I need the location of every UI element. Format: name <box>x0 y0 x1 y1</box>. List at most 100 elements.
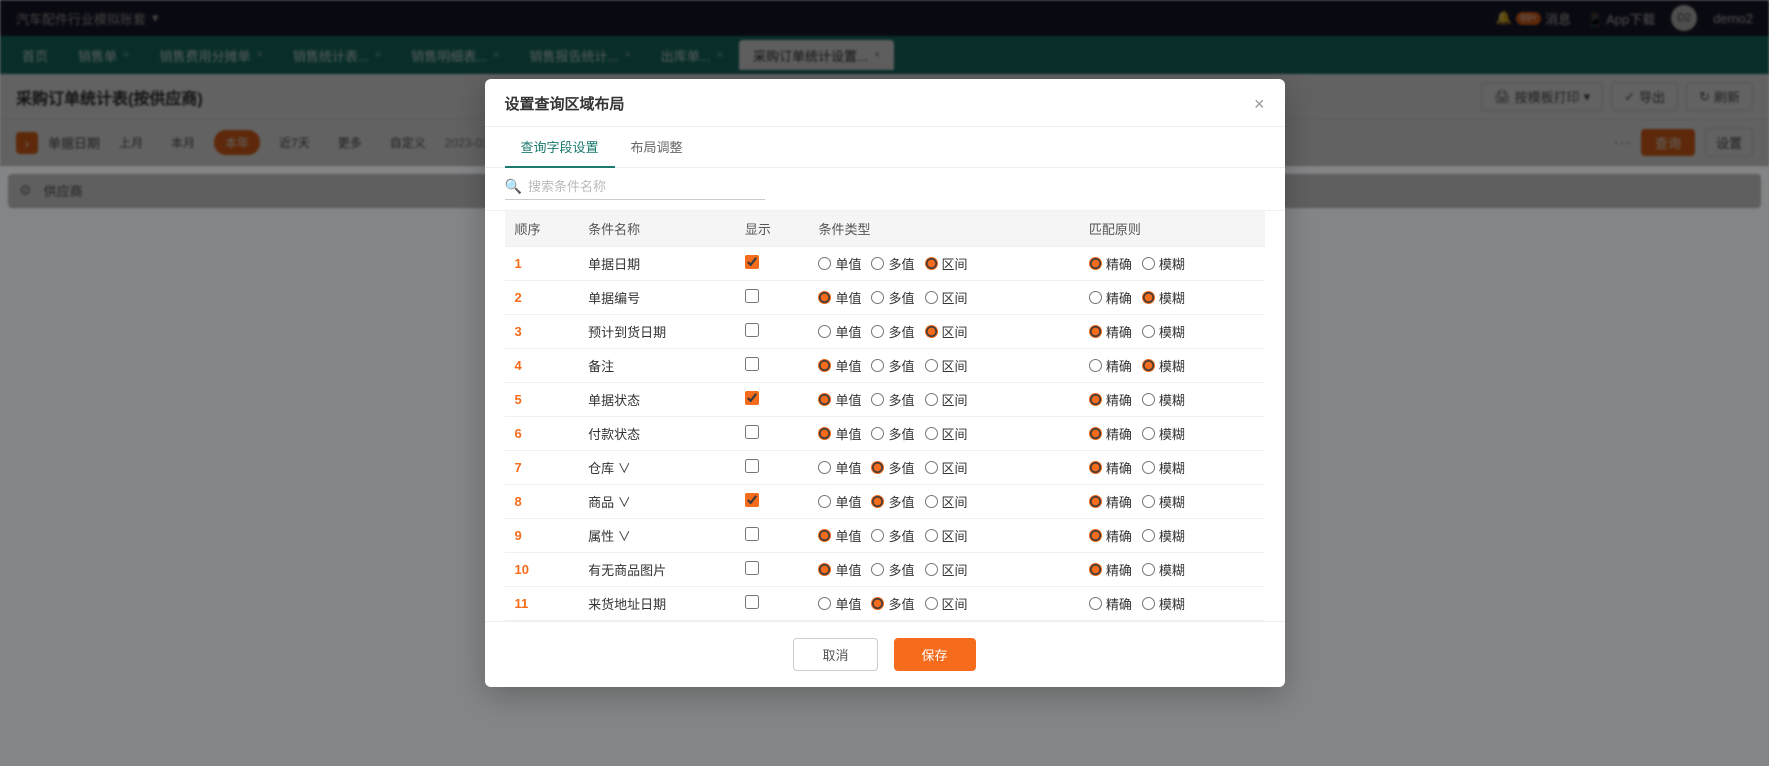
modal-title: 设置查询区域布局 <box>505 93 625 114</box>
table-row: 9属性 ∨单值多值区间精确模糊 <box>505 519 1265 553</box>
radio-type-单值[interactable]: 单值 <box>818 594 861 613</box>
radio-type-区间[interactable]: 区间 <box>925 288 968 307</box>
radio-type-单值[interactable]: 单值 <box>818 458 861 477</box>
radio-match-精确[interactable]: 精确 <box>1089 390 1132 409</box>
row-display-checkbox[interactable] <box>735 281 809 315</box>
radio-match-精确[interactable]: 精确 <box>1089 424 1132 443</box>
display-checkbox[interactable] <box>745 527 759 541</box>
radio-match-精确[interactable]: 精确 <box>1089 526 1132 545</box>
radio-match-模糊[interactable]: 模糊 <box>1142 322 1185 341</box>
radio-type-多值[interactable]: 多值 <box>871 458 914 477</box>
radio-type-区间[interactable]: 区间 <box>925 594 968 613</box>
row-display-checkbox[interactable] <box>735 451 809 485</box>
cancel-button[interactable]: 取消 <box>793 638 877 671</box>
display-checkbox[interactable] <box>745 391 759 405</box>
radio-match-精确[interactable]: 精确 <box>1089 322 1132 341</box>
radio-match-精确[interactable]: 精确 <box>1089 254 1132 273</box>
radio-type-区间[interactable]: 区间 <box>925 356 968 375</box>
radio-type-多值[interactable]: 多值 <box>871 288 914 307</box>
row-display-checkbox[interactable] <box>735 485 809 519</box>
row-match-group: 精确模糊 <box>1079 281 1265 315</box>
radio-type-单值[interactable]: 单值 <box>818 254 861 273</box>
radio-type-多值[interactable]: 多值 <box>871 390 914 409</box>
display-checkbox[interactable] <box>745 425 759 439</box>
display-checkbox[interactable] <box>745 459 759 473</box>
display-checkbox[interactable] <box>745 323 759 337</box>
row-display-checkbox[interactable] <box>735 553 809 587</box>
radio-type-区间[interactable]: 区间 <box>925 492 968 511</box>
modal-tab-field-settings[interactable]: 查询字段设置 <box>505 127 615 168</box>
row-condition-name: 属性 ∨ <box>578 519 735 553</box>
radio-match-模糊[interactable]: 模糊 <box>1142 390 1185 409</box>
row-seq: 10 <box>505 553 579 587</box>
radio-type-区间[interactable]: 区间 <box>925 458 968 477</box>
display-checkbox[interactable] <box>745 561 759 575</box>
display-checkbox[interactable] <box>745 357 759 371</box>
display-checkbox[interactable] <box>745 255 759 269</box>
row-seq: 5 <box>505 383 579 417</box>
radio-type-区间[interactable]: 区间 <box>925 254 968 273</box>
row-condition-name: 单据编号 <box>578 281 735 315</box>
radio-match-精确[interactable]: 精确 <box>1089 594 1132 613</box>
radio-type-多值[interactable]: 多值 <box>871 254 914 273</box>
search-input[interactable] <box>528 179 765 194</box>
radio-type-区间[interactable]: 区间 <box>925 390 968 409</box>
radio-type-单值[interactable]: 单值 <box>818 492 861 511</box>
radio-type-多值[interactable]: 多值 <box>871 424 914 443</box>
radio-match-精确[interactable]: 精确 <box>1089 356 1132 375</box>
radio-match-精确[interactable]: 精确 <box>1089 458 1132 477</box>
radio-type-单值[interactable]: 单值 <box>818 322 861 341</box>
radio-type-单值[interactable]: 单值 <box>818 424 861 443</box>
radio-type-单值[interactable]: 单值 <box>818 356 861 375</box>
row-display-checkbox[interactable] <box>735 587 809 621</box>
modal-close-button[interactable]: × <box>1254 95 1265 113</box>
row-display-checkbox[interactable] <box>735 519 809 553</box>
radio-type-多值[interactable]: 多值 <box>871 560 914 579</box>
radio-type-单值[interactable]: 单值 <box>818 288 861 307</box>
row-display-checkbox[interactable] <box>735 383 809 417</box>
table-row: 6付款状态单值多值区间精确模糊 <box>505 417 1265 451</box>
radio-match-模糊[interactable]: 模糊 <box>1142 492 1185 511</box>
row-type-group: 单值多值区间 <box>808 247 1078 281</box>
row-seq: 4 <box>505 349 579 383</box>
row-display-checkbox[interactable] <box>735 247 809 281</box>
radio-type-区间[interactable]: 区间 <box>925 560 968 579</box>
display-checkbox[interactable] <box>745 595 759 609</box>
display-checkbox[interactable] <box>745 289 759 303</box>
save-button[interactable]: 保存 <box>894 638 976 671</box>
radio-match-模糊[interactable]: 模糊 <box>1142 356 1185 375</box>
radio-match-模糊[interactable]: 模糊 <box>1142 560 1185 579</box>
modal-overlay: 设置查询区域布局 × 查询字段设置 布局调整 🔍 顺序 <box>0 0 1769 766</box>
radio-match-模糊[interactable]: 模糊 <box>1142 526 1185 545</box>
modal-tab-layout[interactable]: 布局调整 <box>615 127 699 168</box>
row-display-checkbox[interactable] <box>735 417 809 451</box>
radio-type-区间[interactable]: 区间 <box>925 424 968 443</box>
display-checkbox[interactable] <box>745 493 759 507</box>
radio-match-模糊[interactable]: 模糊 <box>1142 254 1185 273</box>
radio-type-区间[interactable]: 区间 <box>925 322 968 341</box>
radio-type-多值[interactable]: 多值 <box>871 492 914 511</box>
search-icon: 🔍 <box>505 178 522 195</box>
radio-type-区间[interactable]: 区间 <box>925 526 968 545</box>
row-seq: 11 <box>505 587 579 621</box>
radio-match-精确[interactable]: 精确 <box>1089 560 1132 579</box>
radio-type-单值[interactable]: 单值 <box>818 526 861 545</box>
radio-match-精确[interactable]: 精确 <box>1089 492 1132 511</box>
modal-table-wrap: 顺序 条件名称 显示 条件类型 匹配原则 1单据日期单值多值区间精确模糊2单据编… <box>485 211 1285 621</box>
radio-match-模糊[interactable]: 模糊 <box>1142 594 1185 613</box>
radio-match-精确[interactable]: 精确 <box>1089 288 1132 307</box>
radio-match-模糊[interactable]: 模糊 <box>1142 458 1185 477</box>
radio-type-多值[interactable]: 多值 <box>871 322 914 341</box>
radio-type-单值[interactable]: 单值 <box>818 560 861 579</box>
radio-match-模糊[interactable]: 模糊 <box>1142 424 1185 443</box>
radio-type-单值[interactable]: 单值 <box>818 390 861 409</box>
radio-type-多值[interactable]: 多值 <box>871 356 914 375</box>
row-display-checkbox[interactable] <box>735 315 809 349</box>
radio-type-多值[interactable]: 多值 <box>871 526 914 545</box>
modal-table: 顺序 条件名称 显示 条件类型 匹配原则 1单据日期单值多值区间精确模糊2单据编… <box>505 211 1265 621</box>
row-display-checkbox[interactable] <box>735 349 809 383</box>
row-condition-name: 备注 <box>578 349 735 383</box>
radio-type-多值[interactable]: 多值 <box>871 594 914 613</box>
row-match-group: 精确模糊 <box>1079 587 1265 621</box>
radio-match-模糊[interactable]: 模糊 <box>1142 288 1185 307</box>
